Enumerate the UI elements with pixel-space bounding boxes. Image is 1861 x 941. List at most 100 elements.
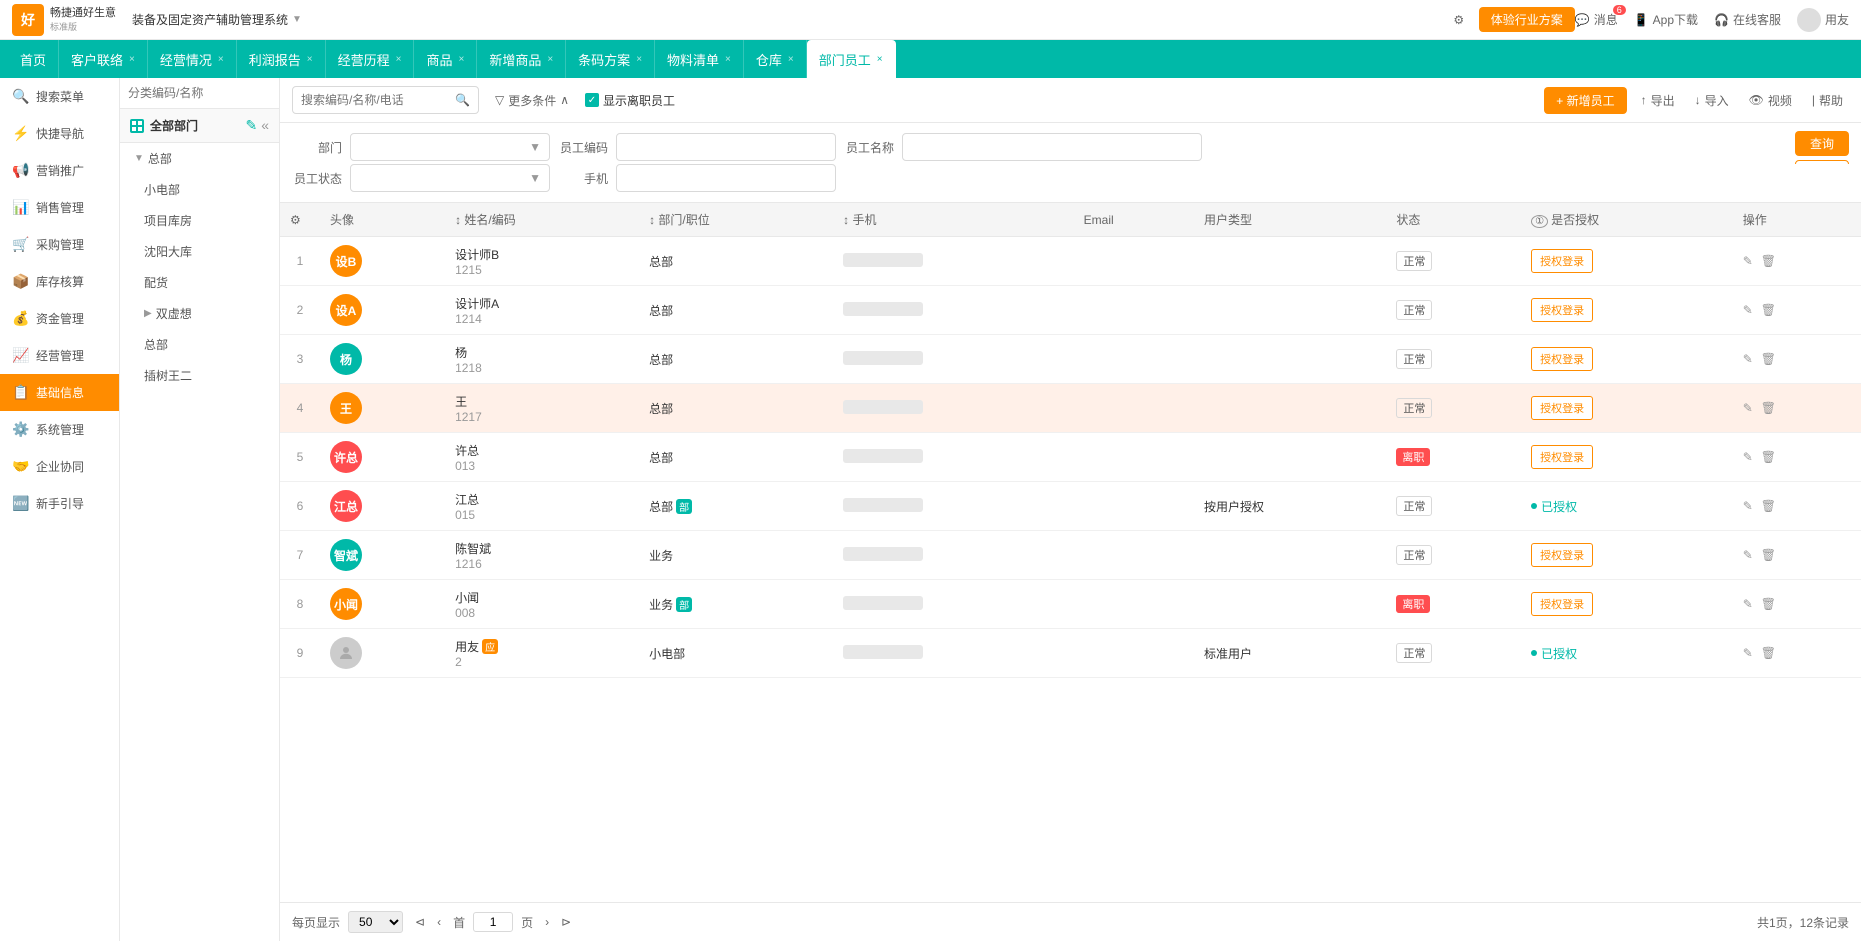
query-button[interactable]: 查询 xyxy=(1795,131,1849,156)
sidebar-item-sales[interactable]: 📊 销售管理 xyxy=(0,189,119,226)
auth-button[interactable]: 授权登录 xyxy=(1531,445,1593,469)
sidebar-item-guide[interactable]: 🆕 新手引导 xyxy=(0,485,119,522)
edit-icon[interactable]: ✎ xyxy=(1743,303,1753,317)
help-button[interactable]: | 帮助 xyxy=(1806,92,1849,109)
page-number-input[interactable] xyxy=(473,912,513,932)
close-icon[interactable]: × xyxy=(218,54,224,65)
search-icon[interactable]: 🔍 xyxy=(455,93,470,107)
auth-button[interactable]: 授权登录 xyxy=(1531,298,1593,322)
prev-page-button[interactable]: ‹ xyxy=(433,913,445,931)
tree-node-chashuwang[interactable]: 插树王二 xyxy=(120,360,279,391)
sidebar-item-purchase[interactable]: 🛒 采购管理 xyxy=(0,226,119,263)
edit-icon[interactable]: ✎ xyxy=(1743,548,1753,562)
delete-icon[interactable]: 🗑 xyxy=(1761,548,1776,562)
tree-node-zongbu2[interactable]: 总部 xyxy=(120,329,279,360)
delete-icon[interactable]: 🗑 xyxy=(1761,597,1776,611)
emp-code-input[interactable] xyxy=(616,133,836,161)
sidebar-item-collab[interactable]: 🤝 企业协同 xyxy=(0,448,119,485)
close-icon[interactable]: × xyxy=(788,54,794,65)
handshake-icon: 🤝 xyxy=(12,458,28,475)
delete-icon[interactable]: 🗑 xyxy=(1761,499,1776,513)
show-resigned-toggle[interactable]: ✓ 显示离职员工 xyxy=(585,92,675,109)
close-icon[interactable]: × xyxy=(458,54,464,65)
tree-edit-icon[interactable]: ✎ xyxy=(245,117,257,134)
tab-goods[interactable]: 商品 × xyxy=(414,40,477,78)
dept-filter-select[interactable]: ▼ xyxy=(350,133,550,161)
close-icon[interactable]: × xyxy=(396,54,402,65)
edit-icon[interactable]: ✎ xyxy=(1743,254,1753,268)
tree-node-xiaodian[interactable]: 小电部 xyxy=(120,174,279,205)
auth-button[interactable]: 授权登录 xyxy=(1531,543,1593,567)
edit-icon[interactable]: ✎ xyxy=(1743,499,1753,513)
tab-new-goods[interactable]: 新增商品 × xyxy=(477,40,566,78)
user-menu[interactable]: 用友 xyxy=(1797,8,1849,32)
settings-icon[interactable]: ⚙ xyxy=(1447,8,1471,32)
delete-icon[interactable]: 🗑 xyxy=(1761,254,1776,268)
tree-node-shenyang[interactable]: 沈阳大库 xyxy=(120,236,279,267)
edit-icon[interactable]: ✎ xyxy=(1743,352,1753,366)
sidebar-item-basic[interactable]: 📋 基础信息 xyxy=(0,374,119,411)
tree-node-zongbu[interactable]: ▼ 总部 xyxy=(120,143,279,174)
tree-node-peihuo[interactable]: 配货 xyxy=(120,267,279,298)
edit-icon[interactable]: ✎ xyxy=(1743,597,1753,611)
close-icon[interactable]: × xyxy=(547,54,553,65)
import-button[interactable]: ↓ 导入 xyxy=(1689,92,1735,109)
tree-search-input[interactable] xyxy=(128,86,280,100)
next-page-button[interactable]: › xyxy=(541,913,553,931)
edit-icon[interactable]: ✎ xyxy=(1743,401,1753,415)
first-page-button[interactable]: ⊲ xyxy=(411,913,429,931)
trial-button[interactable]: 体验行业方案 xyxy=(1479,7,1575,32)
tab-profit[interactable]: 利润报告 × xyxy=(237,40,326,78)
sidebar-item-system[interactable]: ⚙️ 系统管理 xyxy=(0,411,119,448)
tree-node-shuangxu[interactable]: ▶ 双虚想 xyxy=(120,298,279,329)
settings-col-icon[interactable]: ⚙ xyxy=(290,213,301,227)
phone-input[interactable] xyxy=(616,164,836,192)
auth-button[interactable]: 授权登录 xyxy=(1531,249,1593,273)
online-service-button[interactable]: 🎧 在线客服 xyxy=(1714,11,1781,28)
more-filter-button[interactable]: ▽ 更多条件 ∧ xyxy=(487,86,577,114)
sidebar-item-marketing[interactable]: 📢 营销推广 xyxy=(0,152,119,189)
close-icon[interactable]: × xyxy=(725,54,731,65)
sidebar-item-finance[interactable]: 💰 资金管理 xyxy=(0,300,119,337)
auth-button[interactable]: 授权登录 xyxy=(1531,347,1593,371)
tab-barcode[interactable]: 条码方案 × xyxy=(566,40,655,78)
view-button[interactable]: 👁 视频 xyxy=(1743,92,1798,109)
delete-icon[interactable]: 🗑 xyxy=(1761,303,1776,317)
close-icon[interactable]: × xyxy=(877,54,883,65)
delete-icon[interactable]: 🗑 xyxy=(1761,401,1776,415)
search-input[interactable] xyxy=(301,93,451,107)
sidebar-item-inventory[interactable]: 📦 库存核算 xyxy=(0,263,119,300)
delete-icon[interactable]: 🗑 xyxy=(1761,450,1776,464)
auth-button[interactable]: 授权登录 xyxy=(1531,592,1593,616)
close-icon[interactable]: × xyxy=(636,54,642,65)
message-button[interactable]: 💬 消息 6 xyxy=(1575,11,1618,28)
emp-name-input[interactable] xyxy=(902,133,1202,161)
emp-status-select[interactable]: ▼ xyxy=(350,164,550,192)
tab-department[interactable]: 部门员工 × xyxy=(807,40,896,78)
delete-icon[interactable]: 🗑 xyxy=(1761,646,1776,660)
tree-node-project[interactable]: 项目库房 xyxy=(120,205,279,236)
tab-history[interactable]: 经营历程 × xyxy=(326,40,415,78)
close-icon[interactable]: × xyxy=(129,54,135,65)
chevron-down-icon[interactable]: ▼ xyxy=(292,14,302,25)
edit-icon[interactable]: ✎ xyxy=(1743,646,1753,660)
tab-operations[interactable]: 经营情况 × xyxy=(148,40,237,78)
last-page-button[interactable]: ⊳ xyxy=(557,913,575,931)
sidebar-item-business[interactable]: 📈 经营管理 xyxy=(0,337,119,374)
sidebar-item-nav[interactable]: ⚡ 快捷导航 xyxy=(0,115,119,152)
sidebar-item-search[interactable]: 🔍 搜索菜单 xyxy=(0,78,119,115)
add-employee-button[interactable]: + 新增员工 xyxy=(1544,87,1626,114)
app-download-button[interactable]: 📱 App下载 xyxy=(1634,11,1698,28)
page-size-select[interactable]: 50 20 100 xyxy=(348,911,403,933)
export-icon: ↑ xyxy=(1641,93,1647,107)
edit-icon[interactable]: ✎ xyxy=(1743,450,1753,464)
delete-icon[interactable]: 🗑 xyxy=(1761,352,1776,366)
tab-warehouse[interactable]: 仓库 × xyxy=(744,40,807,78)
export-button[interactable]: ↑ 导出 xyxy=(1635,92,1681,109)
tab-home[interactable]: 首页 xyxy=(8,40,59,78)
auth-button[interactable]: 授权登录 xyxy=(1531,396,1593,420)
tree-collapse-icon[interactable]: « xyxy=(261,117,269,134)
tab-customer[interactable]: 客户联络 × xyxy=(59,40,148,78)
tab-bom[interactable]: 物料清单 × xyxy=(655,40,744,78)
close-icon[interactable]: × xyxy=(307,54,313,65)
